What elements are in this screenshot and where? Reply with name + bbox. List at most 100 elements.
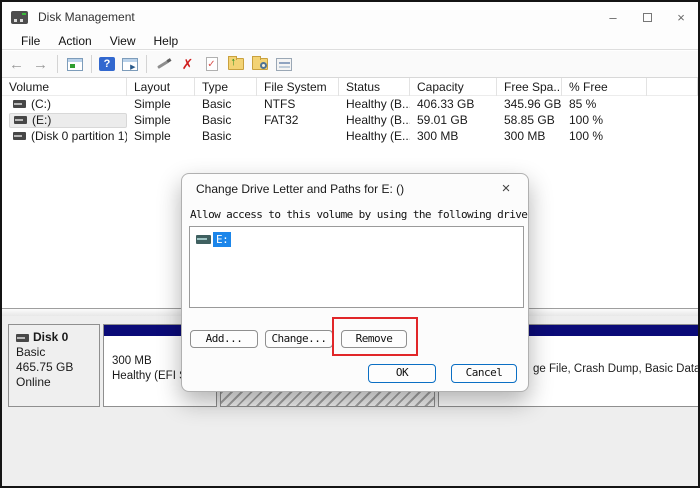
disk-size: 465.75 GB — [16, 360, 74, 374]
menubar: File Action View Help — [2, 32, 698, 50]
screwdriver-glyph — [156, 57, 171, 72]
disk-type: Basic — [16, 345, 46, 359]
change-button[interactable]: Change... — [265, 330, 333, 348]
cell-free: 345.96 GB — [504, 97, 562, 111]
disk-management-window: Disk Management – × File Action View Hel… — [0, 0, 700, 488]
cell-fs: FAT32 — [264, 113, 299, 127]
table-row-partition1[interactable]: (Disk 0 partition 1) Simple Basic Health… — [2, 128, 698, 144]
folder-search-icon[interactable] — [250, 55, 269, 73]
window-controls: – × — [596, 2, 698, 32]
col-free-space[interactable]: Free Spa... — [497, 78, 562, 96]
forward-icon[interactable]: → — [31, 55, 50, 73]
cell-status: Healthy (B... — [346, 113, 410, 127]
check-document-glyph: ✓ — [205, 57, 218, 71]
maximize-button[interactable] — [630, 2, 664, 32]
dialog-close-icon[interactable]: × — [496, 178, 516, 198]
cell-status: Healthy (E... — [346, 129, 410, 143]
toolbar-separator — [57, 55, 58, 73]
partition-status: Healthy (EFI S — [112, 370, 187, 382]
disk-management-app-icon — [11, 10, 28, 24]
maximize-icon — [642, 12, 652, 22]
selected-drive-letter: E: — [213, 232, 232, 247]
toolbar-separator — [146, 55, 147, 73]
volume-name: (Disk 0 partition 1) — [31, 129, 127, 143]
help-icon[interactable]: ? — [99, 57, 115, 71]
table-row-c[interactable]: (C:) Simple Basic NTFS Healthy (B... 406… — [2, 96, 698, 112]
titlebar: Disk Management – × — [2, 2, 698, 32]
volume-icon — [13, 100, 26, 108]
window-title: Disk Management — [38, 10, 135, 24]
back-arrow-glyph: ← — [9, 55, 24, 73]
remove-button[interactable]: Remove — [341, 330, 407, 348]
volume-icon — [13, 132, 26, 140]
menu-view[interactable]: View — [101, 34, 145, 48]
cell-pct: 100 % — [569, 113, 604, 127]
disk0-label-block[interactable]: Disk 0 Basic 465.75 GB Online — [8, 324, 100, 407]
dialog-instruction: Allow access to this volume by using the… — [190, 208, 528, 221]
volume-name: (E:) — [32, 113, 52, 127]
cell-status: Healthy (B... — [346, 97, 410, 111]
console-tree-icon[interactable] — [65, 55, 84, 73]
cell-capacity: 300 MB — [417, 129, 459, 143]
folder-up-icon[interactable]: ↑ — [226, 55, 245, 73]
col-file-system[interactable]: File System — [257, 78, 339, 96]
cell-capacity: 59.01 GB — [417, 113, 468, 127]
dialog-title: Change Drive Letter and Paths for E: () — [196, 182, 405, 196]
menu-action[interactable]: Action — [49, 34, 100, 48]
disk-name: Disk 0 — [33, 330, 69, 344]
toolbar-separator — [91, 55, 92, 73]
properties-icon[interactable] — [274, 55, 293, 73]
disk-status: Online — [16, 375, 51, 389]
ok-button[interactable]: OK — [368, 364, 436, 383]
show-action-pane-icon[interactable]: ▶ — [120, 55, 139, 73]
selected-volume-cell: (E:) — [9, 112, 127, 128]
change-drive-letter-dialog: Change Drive Letter and Paths for E: () … — [181, 173, 529, 392]
cell-type: Basic — [202, 97, 232, 111]
col-status[interactable]: Status — [339, 78, 410, 96]
menu-help[interactable]: Help — [145, 34, 188, 48]
red-x-glyph: ✗ — [181, 56, 194, 72]
volume-table-header: Volume Layout Type File System Status Ca… — [2, 78, 698, 96]
col-capacity[interactable]: Capacity — [410, 78, 497, 96]
drive-letter-item[interactable]: E: — [196, 232, 523, 247]
back-icon[interactable]: ← — [7, 55, 26, 73]
col-type[interactable]: Type — [195, 78, 257, 96]
cell-pct: 100 % — [569, 129, 604, 143]
folder-search-glyph — [251, 56, 268, 70]
console-play-glyph: ▶ — [121, 57, 138, 71]
drive-icon — [196, 235, 211, 244]
menu-file[interactable]: File — [12, 34, 49, 48]
cell-free: 58.85 GB — [504, 113, 555, 127]
add-button[interactable]: Add... — [190, 330, 258, 348]
volume-name: (C:) — [31, 97, 51, 111]
cell-type: Basic — [202, 129, 232, 143]
cell-fs: NTFS — [264, 97, 296, 111]
col-empty — [647, 78, 698, 96]
cell-capacity: 406.33 GB — [417, 97, 475, 111]
cell-layout: Simple — [134, 97, 171, 111]
properties-glyph — [275, 57, 292, 71]
forward-arrow-glyph: → — [33, 55, 48, 73]
minimize-button[interactable]: – — [596, 2, 630, 32]
cell-type: Basic — [202, 113, 232, 127]
tools-icon[interactable] — [154, 55, 173, 73]
volume-icon — [14, 116, 27, 124]
cancel-button[interactable]: Cancel — [451, 364, 517, 383]
close-button[interactable]: × — [664, 2, 698, 32]
check-disk-icon[interactable]: ✓ — [202, 55, 221, 73]
console-window-glyph — [66, 57, 83, 71]
delete-volume-icon[interactable]: ✗ — [178, 55, 197, 73]
col-pct-free[interactable]: % Free — [562, 78, 647, 96]
cell-layout: Simple — [134, 129, 171, 143]
folder-up-glyph: ↑ — [227, 56, 244, 70]
toolbar: ← → ? ▶ ✗ ✓ ↑ — [2, 51, 698, 78]
partition-status-clipped: ge File, Crash Dump, Basic Data P — [533, 363, 698, 375]
col-layout[interactable]: Layout — [127, 78, 195, 96]
col-volume[interactable]: Volume — [2, 78, 127, 96]
cell-pct: 85 % — [569, 97, 597, 111]
drive-letter-listbox[interactable]: E: — [189, 226, 524, 308]
cell-free: 300 MB — [504, 129, 546, 143]
table-row-e[interactable]: (E:) Simple Basic FAT32 Healthy (B... 59… — [2, 112, 698, 128]
disk-icon — [16, 333, 29, 342]
partition-size: 300 MB — [112, 355, 152, 367]
